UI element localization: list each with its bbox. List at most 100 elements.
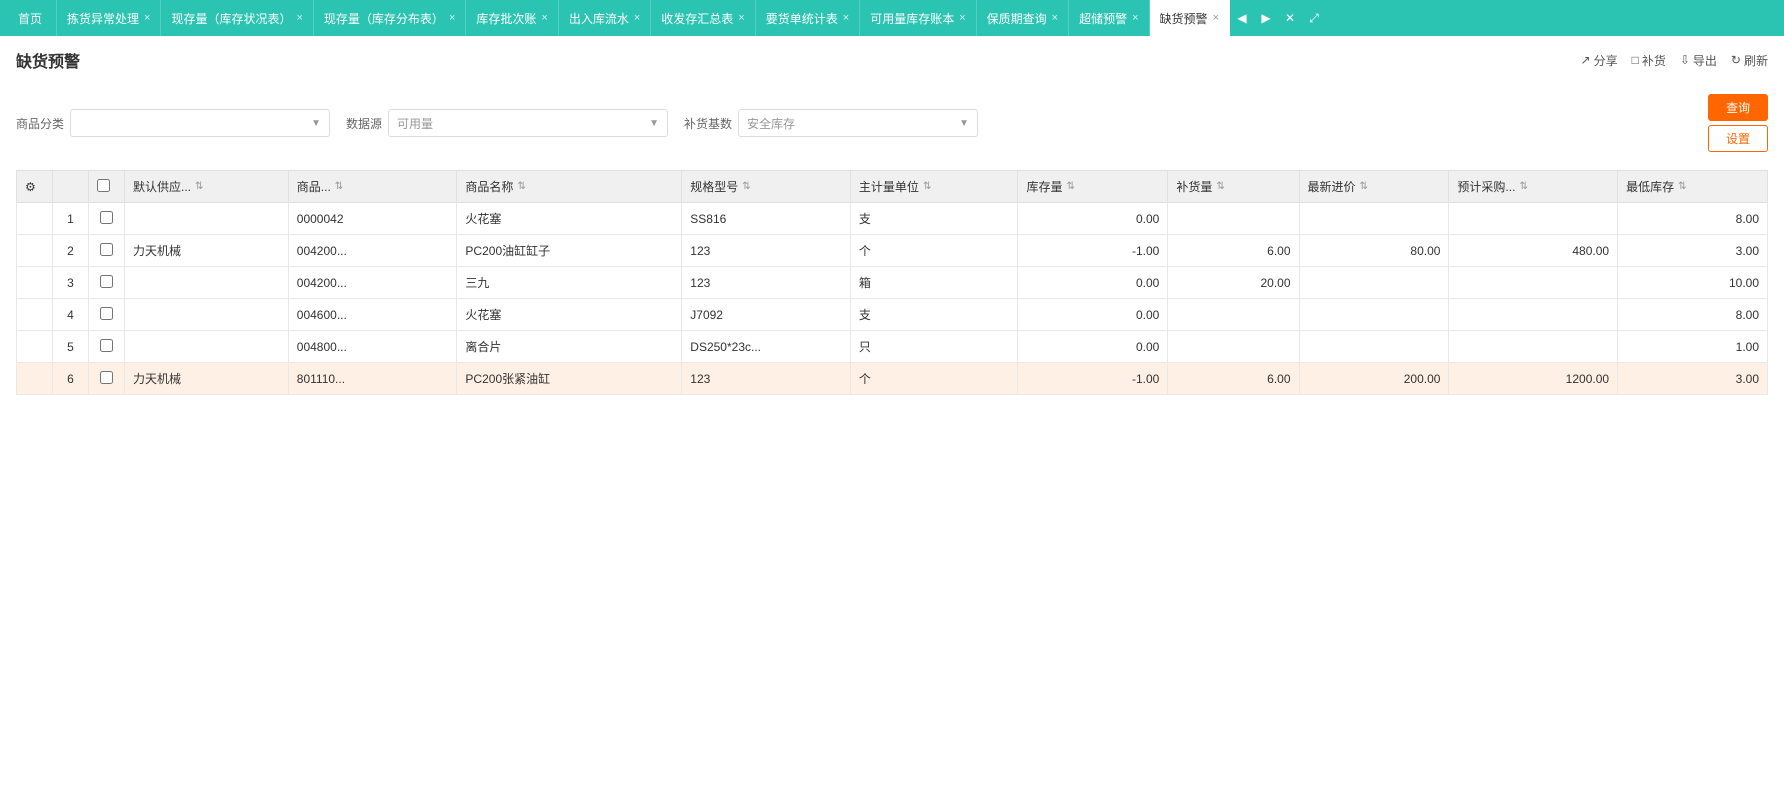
tab-7-close[interactable]: × xyxy=(843,12,849,24)
tab-3[interactable]: 现存量（库存分布表） × xyxy=(314,0,466,36)
th-forecast[interactable]: 预计采购... ⇅ xyxy=(1449,171,1618,203)
row-checkbox[interactable] xyxy=(100,307,113,320)
row-checkbox-cell[interactable] xyxy=(89,363,125,395)
tab-5-close[interactable]: × xyxy=(634,12,640,24)
th-latest-price[interactable]: 最新进价 ⇅ xyxy=(1299,171,1449,203)
tab-nav-close[interactable]: ✕ xyxy=(1278,0,1302,36)
tab-4[interactable]: 库存批次账 × xyxy=(466,0,558,36)
th-check[interactable] xyxy=(89,171,125,203)
row-gear-cell[interactable] xyxy=(17,267,53,299)
query-button[interactable]: 查询 xyxy=(1708,94,1768,121)
replenish-label: 补货 xyxy=(1642,52,1666,69)
row-checkbox[interactable] xyxy=(100,339,113,352)
table-row: 5 004800... 离合片 DS250*23c... 只 0.00 1.00 xyxy=(17,331,1768,363)
row-checkbox[interactable] xyxy=(100,371,113,384)
tab-9-close[interactable]: × xyxy=(1052,12,1058,24)
row-stock: 0.00 xyxy=(1018,331,1168,363)
replenish-select[interactable]: 安全库存 ▼ xyxy=(738,109,978,137)
th-replenish[interactable]: 补货量 ⇅ xyxy=(1168,171,1299,203)
row-name: 离合片 xyxy=(457,331,682,363)
tab-5-label: 出入库流水 xyxy=(569,10,629,27)
replenish-button[interactable]: □ 补货 xyxy=(1632,52,1666,69)
row-forecast-purchase xyxy=(1449,203,1618,235)
row-unit: 个 xyxy=(850,235,1018,267)
th-gear[interactable]: ⚙ xyxy=(17,171,53,203)
th-name[interactable]: 商品名称 ⇅ xyxy=(457,171,682,203)
settings-button[interactable]: 设置 xyxy=(1708,125,1768,152)
tab-2-close[interactable]: × xyxy=(296,12,302,24)
row-checkbox-cell[interactable] xyxy=(89,267,125,299)
row-gear-cell[interactable] xyxy=(17,363,53,395)
tab-4-close[interactable]: × xyxy=(541,12,547,24)
tab-6-close[interactable]: × xyxy=(738,12,744,24)
row-checkbox[interactable] xyxy=(100,243,113,256)
supplier-sort-icon: ⇅ xyxy=(195,181,203,192)
row-supplier xyxy=(125,299,289,331)
row-gear-cell[interactable] xyxy=(17,203,53,235)
tab-nav-prev[interactable]: ◀ xyxy=(1230,0,1254,36)
row-forecast-purchase: 480.00 xyxy=(1449,235,1618,267)
th-minstock[interactable]: 最低库存 ⇅ xyxy=(1618,171,1768,203)
th-spec[interactable]: 规格型号 ⇅ xyxy=(682,171,851,203)
filter-bar: 商品分类 ▼ 数据源 可用量 ▼ 补货基数 安全库存 ▼ 查询 设置 xyxy=(16,86,1768,160)
th-unit[interactable]: 主计量单位 ⇅ xyxy=(850,171,1018,203)
row-num: 4 xyxy=(53,299,89,331)
row-min-stock: 8.00 xyxy=(1618,203,1768,235)
tab-5[interactable]: 出入库流水 × xyxy=(559,0,651,36)
row-latest-price xyxy=(1299,299,1449,331)
datasource-select[interactable]: 可用量 ▼ xyxy=(388,109,668,137)
tab-11[interactable]: 缺货预警 × xyxy=(1150,0,1230,36)
row-replenish-qty: 6.00 xyxy=(1168,235,1299,267)
share-button[interactable]: ↗ 分享 xyxy=(1581,52,1618,69)
tab-10[interactable]: 超储预警 × xyxy=(1069,0,1149,36)
gear-icon[interactable]: ⚙ xyxy=(25,180,36,194)
tab-6[interactable]: 收发存汇总表 × xyxy=(651,0,755,36)
tab-11-close[interactable]: × xyxy=(1213,12,1219,24)
th-stock[interactable]: 库存量 ⇅ xyxy=(1018,171,1168,203)
tab-4-label: 库存批次账 xyxy=(476,10,536,27)
row-checkbox-cell[interactable] xyxy=(89,331,125,363)
row-unit: 支 xyxy=(850,299,1018,331)
tab-home[interactable]: 首页 xyxy=(4,0,57,36)
row-gear-cell[interactable] xyxy=(17,299,53,331)
tab-2[interactable]: 现存量（库存状况表） × xyxy=(161,0,313,36)
row-checkbox-cell[interactable] xyxy=(89,235,125,267)
tab-1[interactable]: 拣货异常处理 × xyxy=(57,0,161,36)
row-checkbox[interactable] xyxy=(100,211,113,224)
row-replenish-qty xyxy=(1168,203,1299,235)
th-supplier[interactable]: 默认供应... ⇅ xyxy=(125,171,289,203)
tab-nav-expand[interactable]: ⤢ xyxy=(1302,0,1326,36)
replenish-label: 补货基数 xyxy=(684,115,732,132)
row-latest-price: 80.00 xyxy=(1299,235,1449,267)
row-gear-cell[interactable] xyxy=(17,235,53,267)
tab-3-close[interactable]: × xyxy=(449,12,455,24)
row-code: 004600... xyxy=(288,299,457,331)
row-checkbox-cell[interactable] xyxy=(89,299,125,331)
tab-10-close[interactable]: × xyxy=(1132,12,1138,24)
tab-9[interactable]: 保质期查询 × xyxy=(977,0,1069,36)
row-replenish-qty xyxy=(1168,331,1299,363)
refresh-button[interactable]: ↻ 刷新 xyxy=(1731,52,1768,69)
tab-8-close[interactable]: × xyxy=(959,12,965,24)
tab-home-label: 首页 xyxy=(18,10,42,27)
select-all-checkbox[interactable] xyxy=(97,179,110,192)
th-unit-label: 主计量单位 xyxy=(859,178,919,195)
tab-1-close[interactable]: × xyxy=(144,12,150,24)
row-gear-cell[interactable] xyxy=(17,331,53,363)
row-checkbox[interactable] xyxy=(100,275,113,288)
row-num: 1 xyxy=(53,203,89,235)
row-replenish-qty: 20.00 xyxy=(1168,267,1299,299)
tab-7[interactable]: 要货单统计表 × xyxy=(756,0,860,36)
row-stock: 0.00 xyxy=(1018,299,1168,331)
tab-8[interactable]: 可用量库存账本 × xyxy=(860,0,976,36)
th-code[interactable]: 商品... ⇅ xyxy=(288,171,457,203)
category-select[interactable]: ▼ xyxy=(70,109,330,137)
tab-10-label: 超储预警 xyxy=(1079,10,1127,27)
th-replenish-label: 补货量 xyxy=(1176,178,1212,195)
th-minstock-label: 最低库存 xyxy=(1626,178,1674,195)
table-row: 4 004600... 火花塞 J7092 支 0.00 8.00 xyxy=(17,299,1768,331)
row-latest-price: 200.00 xyxy=(1299,363,1449,395)
row-checkbox-cell[interactable] xyxy=(89,203,125,235)
tab-nav-next[interactable]: ▶ xyxy=(1254,0,1278,36)
export-button[interactable]: ⇩ 导出 xyxy=(1680,52,1717,69)
